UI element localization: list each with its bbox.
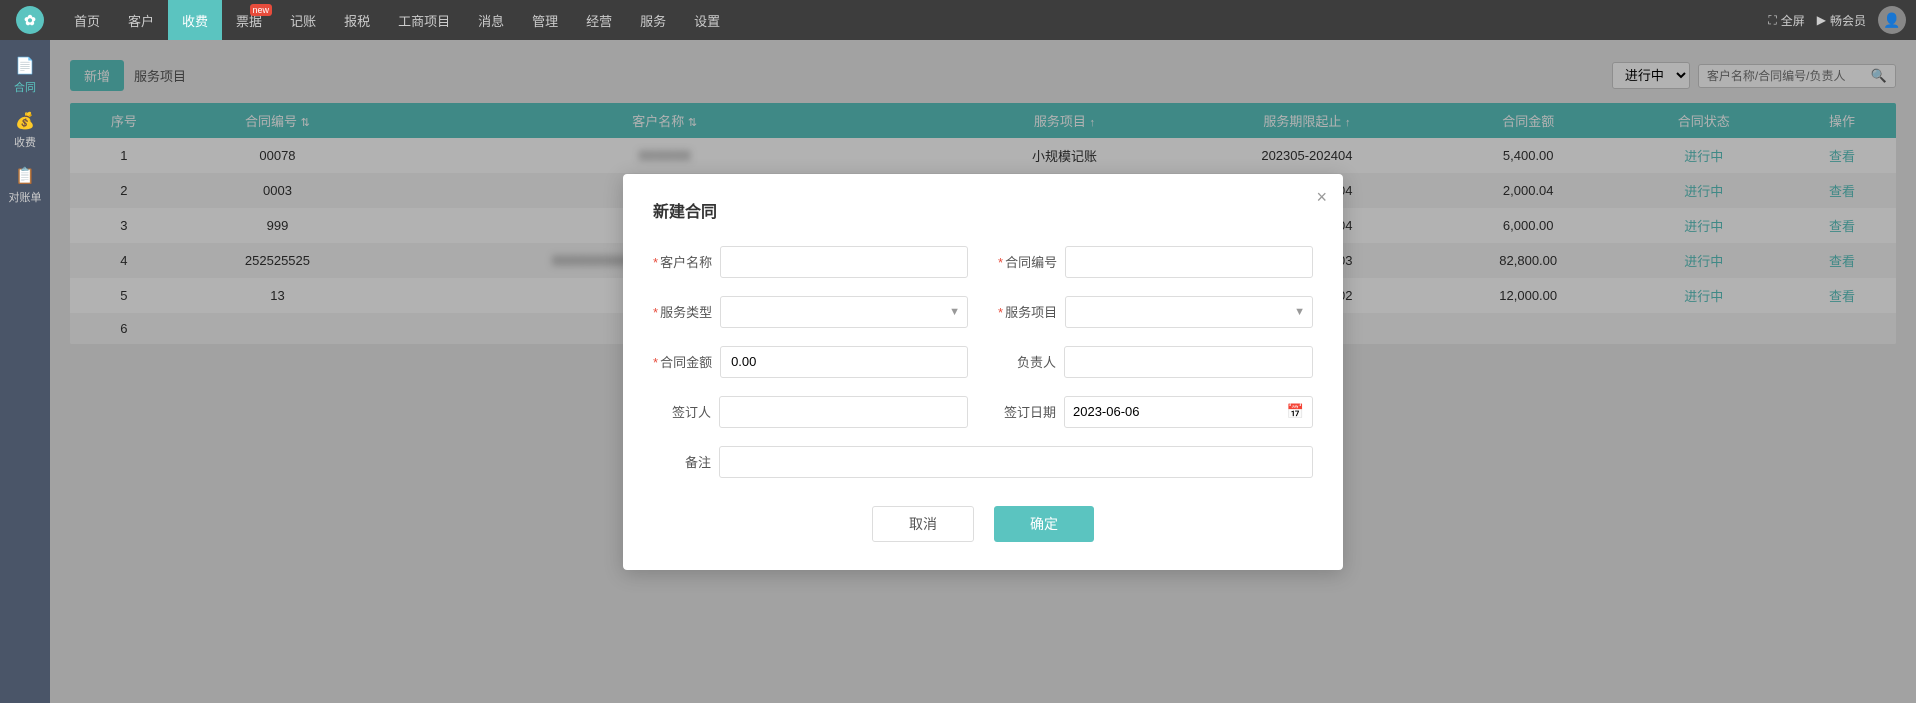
sign-date-wrapper: 📅 bbox=[1064, 396, 1313, 428]
nav-item-home[interactable]: 首页 bbox=[60, 0, 114, 40]
nav-item-gongshang[interactable]: 工商项目 bbox=[384, 0, 464, 40]
logo-icon: ✿ bbox=[16, 6, 44, 34]
main-content: 新增 服务项目 进行中 全部 已结束 🔍 序号 bbox=[50, 40, 1916, 703]
nav-item-guanli[interactable]: 管理 bbox=[518, 0, 572, 40]
contract-no-row: *合同编号 bbox=[998, 246, 1313, 278]
app-logo: ✿ bbox=[10, 0, 50, 40]
customer-label: *客户名称 bbox=[653, 252, 712, 271]
modal-close-button[interactable]: × bbox=[1316, 188, 1327, 206]
modal-form: *客户名称 *合同编号 *服务类型 bbox=[653, 246, 1313, 478]
sidebar-item-duizhangdan[interactable]: 📋 对账单 bbox=[0, 158, 50, 213]
calendar-icon[interactable]: 📅 bbox=[1279, 403, 1312, 420]
nav-item-xiaoxi[interactable]: 消息 bbox=[464, 0, 518, 40]
responsible-input[interactable] bbox=[1064, 346, 1313, 378]
modal-title: 新建合同 bbox=[653, 198, 1313, 222]
customer-name-row: *客户名称 bbox=[653, 246, 968, 278]
top-nav: ✿ 首页 客户 收费 票据 new 记账 报税 工商项目 消息 管理 经营 服务… bbox=[0, 0, 1916, 40]
signer-input[interactable] bbox=[719, 396, 968, 428]
nav-right: ⛶ 全屏 ▶ 畅会员 👤 bbox=[1768, 6, 1906, 34]
service-type-row: *服务类型 ▼ bbox=[653, 296, 968, 328]
nav-item-shoufei[interactable]: 收费 bbox=[168, 0, 222, 40]
nav-item-jizhang[interactable]: 记账 bbox=[276, 0, 330, 40]
nav-item-fuwu[interactable]: 服务 bbox=[626, 0, 680, 40]
responsible-row: 负责人 bbox=[998, 346, 1313, 378]
service-item-select[interactable] bbox=[1065, 296, 1313, 328]
service-item-select-wrapper: ▼ bbox=[1065, 296, 1313, 328]
sign-date-label: 签订日期 bbox=[998, 402, 1056, 421]
nav-item-customer[interactable]: 客户 bbox=[114, 0, 168, 40]
modal-footer: 取消 确定 bbox=[653, 506, 1313, 542]
service-item-row: *服务项目 ▼ bbox=[998, 296, 1313, 328]
fullscreen-button[interactable]: ⛶ 全屏 bbox=[1768, 12, 1804, 29]
statement-icon: 📋 bbox=[15, 166, 35, 186]
member-button[interactable]: ▶ 畅会员 bbox=[1817, 12, 1866, 29]
signer-row: 签订人 bbox=[653, 396, 968, 428]
service-type-label: *服务类型 bbox=[653, 302, 712, 321]
contract-icon: 📄 bbox=[15, 56, 35, 76]
layout: 📄 合同 💰 收费 📋 对账单 新增 服务项目 进行中 全部 已结束 bbox=[0, 40, 1916, 703]
responsible-label: 负责人 bbox=[998, 352, 1056, 371]
confirm-button[interactable]: 确定 bbox=[994, 506, 1094, 542]
service-type-select-wrapper: ▼ bbox=[720, 296, 968, 328]
signer-label: 签订人 bbox=[653, 402, 711, 421]
nav-item-jingying[interactable]: 经营 bbox=[572, 0, 626, 40]
new-contract-modal: 新建合同 × *客户名称 *合同编号 bbox=[623, 174, 1343, 570]
sign-date-row: 签订日期 📅 bbox=[998, 396, 1313, 428]
new-badge: new bbox=[250, 4, 273, 16]
contract-amount-input[interactable] bbox=[720, 346, 968, 378]
nav-item-piaoju[interactable]: 票据 new bbox=[222, 0, 276, 40]
nav-item-baoshui[interactable]: 报税 bbox=[330, 0, 384, 40]
sidebar: 📄 合同 💰 收费 📋 对账单 bbox=[0, 40, 50, 703]
avatar[interactable]: 👤 bbox=[1878, 6, 1906, 34]
member-icon: ▶ bbox=[1817, 13, 1826, 27]
notes-row: 备注 bbox=[653, 446, 1313, 478]
notes-label: 备注 bbox=[653, 452, 711, 471]
sign-date-input[interactable] bbox=[1065, 398, 1279, 425]
notes-input[interactable] bbox=[719, 446, 1313, 478]
sidebar-item-hetong[interactable]: 📄 合同 bbox=[0, 48, 50, 103]
contract-no-input[interactable] bbox=[1065, 246, 1313, 278]
contract-amount-row: *合同金额 bbox=[653, 346, 968, 378]
service-type-select[interactable] bbox=[720, 296, 968, 328]
nav-item-shezhi[interactable]: 设置 bbox=[680, 0, 734, 40]
sidebar-item-shoufei[interactable]: 💰 收费 bbox=[0, 103, 50, 158]
fee-icon: 💰 bbox=[15, 111, 35, 131]
contract-amount-label: *合同金额 bbox=[653, 352, 712, 371]
customer-name-input[interactable] bbox=[720, 246, 968, 278]
contract-no-label: *合同编号 bbox=[998, 252, 1057, 271]
cancel-button[interactable]: 取消 bbox=[872, 506, 974, 542]
fullscreen-icon: ⛶ bbox=[1768, 13, 1776, 28]
service-item-label: *服务项目 bbox=[998, 302, 1057, 321]
modal-overlay: 新建合同 × *客户名称 *合同编号 bbox=[50, 40, 1916, 703]
